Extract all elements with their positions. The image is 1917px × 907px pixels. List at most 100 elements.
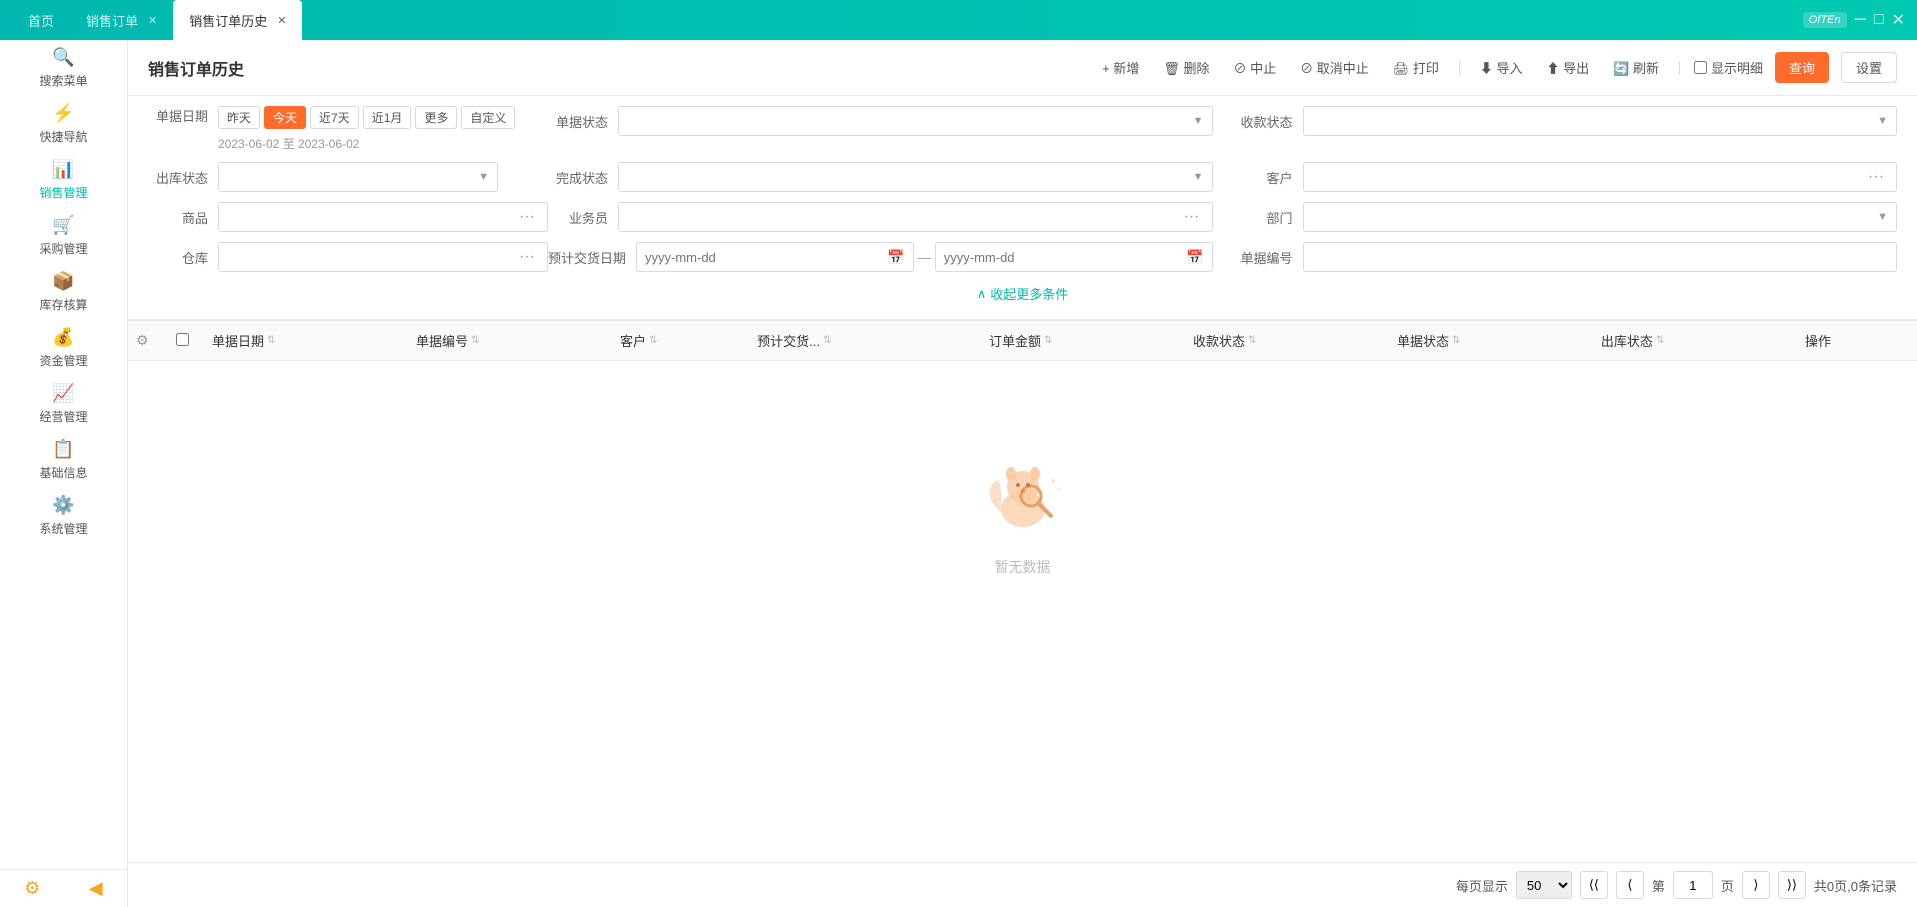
stop-button[interactable]: ⊘ 中止 — [1228, 54, 1283, 81]
th-outbound-sort[interactable]: 出库状态 ⇅ — [1601, 331, 1789, 350]
cancel-stop-button[interactable]: ⊘ 取消中止 — [1294, 54, 1375, 81]
sidebar-item-quick-nav-label: 快捷导航 — [39, 128, 87, 145]
finance-icon: 💰 — [52, 327, 74, 348]
page-number-input[interactable] — [1673, 871, 1713, 899]
sidebar-item-purchase-mgmt-label: 采购管理 — [39, 240, 87, 257]
top-bar-right: OfTEn ─ □ ✕ — [1803, 10, 1905, 30]
th-number-sort[interactable]: 单据编号 ⇅ — [416, 331, 604, 350]
sidebar-item-operations[interactable]: 📈 经营管理 — [0, 376, 127, 432]
prev-page-button[interactable]: ⟨ — [1616, 871, 1644, 899]
sidebar-item-finance-label: 资金管理 — [39, 352, 87, 369]
collapse-more-button[interactable]: ∧ 收起更多条件 — [148, 278, 1897, 309]
maximize-icon[interactable]: □ — [1874, 11, 1884, 29]
salesperson-input[interactable] — [627, 210, 1180, 225]
th-order-status-sort[interactable]: 单据状态 ⇅ — [1397, 331, 1585, 350]
toolbar-divider — [1459, 61, 1460, 75]
th-amount-sort[interactable]: 订单金额 ⇅ — [989, 331, 1177, 350]
last-page-button[interactable]: ⟩⟩ — [1778, 871, 1806, 899]
display-detail-checkbox-label[interactable]: 显示明细 — [1694, 58, 1763, 77]
sidebar: 🔍 搜索菜单 ⚡ 快捷导航 📊 销售管理 🛒 采购管理 📦 库存核算 💰 资金管… — [0, 40, 128, 907]
order-number-filter: 单据编号 — [1233, 242, 1898, 272]
date-btn-1month[interactable]: 近1月 — [363, 106, 412, 129]
top-bar: 首页 销售订单 ✕ 销售订单历史 ✕ OfTEn ─ □ ✕ — [0, 0, 1917, 40]
toolbar: + 新增 🗑 删除 ⊘ 中止 ⊘ 取消中止 🖨 打印 ⬇ 导入 ⬆ 导出 🔄 刷… — [1096, 52, 1897, 83]
query-button[interactable]: 查询 — [1775, 52, 1829, 83]
completion-status-select[interactable]: ▼ — [618, 162, 1213, 192]
date-btn-yesterday[interactable]: 昨天 — [218, 106, 260, 129]
tab-sales-order-history-label: 销售订单历史 — [189, 11, 267, 30]
main-layout: 🔍 搜索菜单 ⚡ 快捷导航 📊 销售管理 🛒 采购管理 📦 库存核算 💰 资金管… — [0, 40, 1917, 907]
date-btn-today[interactable]: 今天 — [264, 106, 306, 129]
delete-button[interactable]: 🗑 删除 — [1157, 54, 1215, 81]
first-page-button[interactable]: ⟨⟨ — [1580, 871, 1608, 899]
salesperson-filter: 业务员 ··· — [548, 202, 1213, 232]
sidebar-item-sales-mgmt[interactable]: 📊 销售管理 — [0, 152, 127, 208]
select-all-checkbox[interactable] — [176, 333, 189, 346]
date-btn-custom[interactable]: 自定义 — [461, 106, 515, 129]
tab-sales-order[interactable]: 销售订单 ✕ — [70, 0, 173, 40]
warehouse-input[interactable] — [227, 250, 515, 265]
display-detail-checkbox[interactable] — [1694, 61, 1707, 74]
calendar-end-icon[interactable]: 📅 — [1186, 249, 1203, 266]
department-select[interactable]: ▼ — [1303, 202, 1898, 232]
order-number-input[interactable] — [1303, 242, 1898, 272]
sidebar-item-system[interactable]: ⚙️ 系统管理 — [0, 488, 127, 544]
new-button[interactable]: + 新增 — [1096, 54, 1145, 81]
sidebar-item-inventory[interactable]: 📦 库存核算 — [0, 264, 127, 320]
export-button[interactable]: ⬆ 导出 — [1541, 54, 1596, 81]
payment-status-select[interactable]: ▼ — [1303, 106, 1898, 136]
warehouse-filter: 仓库 ··· — [148, 242, 548, 272]
sidebar-item-purchase-mgmt[interactable]: 🛒 采购管理 — [0, 208, 127, 264]
delivery-start-wrap: 📅 — [636, 242, 914, 272]
refresh-button[interactable]: 🔄 刷新 — [1607, 54, 1665, 81]
th-customer: 客户 ⇅ — [612, 321, 749, 361]
close-history-icon[interactable]: ✕ — [277, 14, 286, 27]
total-label: 共0页,0条记录 — [1814, 876, 1897, 895]
import-button[interactable]: ⬇ 导入 — [1474, 54, 1529, 81]
calendar-start-icon[interactable]: 📅 — [887, 249, 904, 266]
date-btn-7days[interactable]: 近7天 — [310, 106, 359, 129]
salesperson-ellipsis[interactable]: ··· — [1180, 208, 1204, 226]
sidebar-item-quick-nav[interactable]: ⚡ 快捷导航 — [0, 96, 127, 152]
print-button[interactable]: 🖨 打印 — [1387, 54, 1445, 81]
delivery-end-input[interactable] — [944, 250, 1182, 265]
th-customer-sort[interactable]: 客户 ⇅ — [620, 331, 741, 350]
goods-input[interactable] — [227, 210, 515, 225]
customer-ellipsis[interactable]: ··· — [1864, 168, 1888, 186]
table-checkbox-cell — [168, 321, 204, 361]
goods-ellipsis[interactable]: ··· — [515, 208, 539, 226]
department-filter: 部门 ▼ — [1233, 202, 1898, 232]
sidebar-item-basic-info[interactable]: 📋 基础信息 — [0, 432, 127, 488]
warehouse-ellipsis[interactable]: ··· — [515, 248, 539, 266]
customer-label: 客户 — [1233, 168, 1303, 187]
date-btn-more[interactable]: 更多 — [415, 106, 457, 129]
th-delivery-sort[interactable]: 预计交货... ⇅ — [757, 331, 973, 350]
collapse-sidebar-icon[interactable]: ◀ — [89, 878, 103, 899]
next-page-button[interactable]: ⟩ — [1742, 871, 1770, 899]
sidebar-item-finance[interactable]: 💰 资金管理 — [0, 320, 127, 376]
sidebar-item-search-menu[interactable]: 🔍 搜索菜单 — [0, 40, 127, 96]
th-order-status: 单据状态 ⇅ — [1389, 321, 1593, 361]
window-close-icon[interactable]: ✕ — [1892, 10, 1905, 30]
delivery-date-range: 📅 — 📅 — [636, 242, 1212, 272]
customer-input[interactable] — [1312, 170, 1865, 185]
close-sales-order-icon[interactable]: ✕ — [148, 14, 157, 27]
sidebar-bottom: ⚙ ◀ — [0, 869, 127, 907]
settings-button[interactable]: 设置 — [1841, 52, 1897, 83]
page-size-select[interactable]: 10 20 50 100 — [1516, 871, 1572, 899]
minimize-icon[interactable]: ─ — [1855, 11, 1866, 29]
purchase-mgmt-icon: 🛒 — [52, 215, 74, 236]
th-date-sort[interactable]: 单据日期 ⇅ — [212, 331, 400, 350]
table-settings-icon[interactable]: ⚙ — [136, 332, 149, 348]
settings-gear-icon[interactable]: ⚙ — [24, 878, 40, 899]
empty-state-cell: 暂无数据 — [128, 361, 1917, 658]
order-status-select[interactable]: ▼ — [618, 106, 1213, 136]
delivery-start-input[interactable] — [645, 250, 883, 265]
outbound-status-select[interactable]: ▼ — [218, 162, 498, 192]
tab-sales-order-label: 销售订单 — [86, 11, 138, 30]
th-payment-sort[interactable]: 收款状态 ⇅ — [1193, 331, 1381, 350]
table-header: ⚙ 单据日期 ⇅ 单据编号 — [128, 321, 1917, 361]
th-payment-sort-icon: ⇅ — [1248, 335, 1256, 346]
tab-home[interactable]: 首页 — [12, 0, 70, 40]
tab-sales-order-history[interactable]: 销售订单历史 ✕ — [173, 0, 302, 40]
